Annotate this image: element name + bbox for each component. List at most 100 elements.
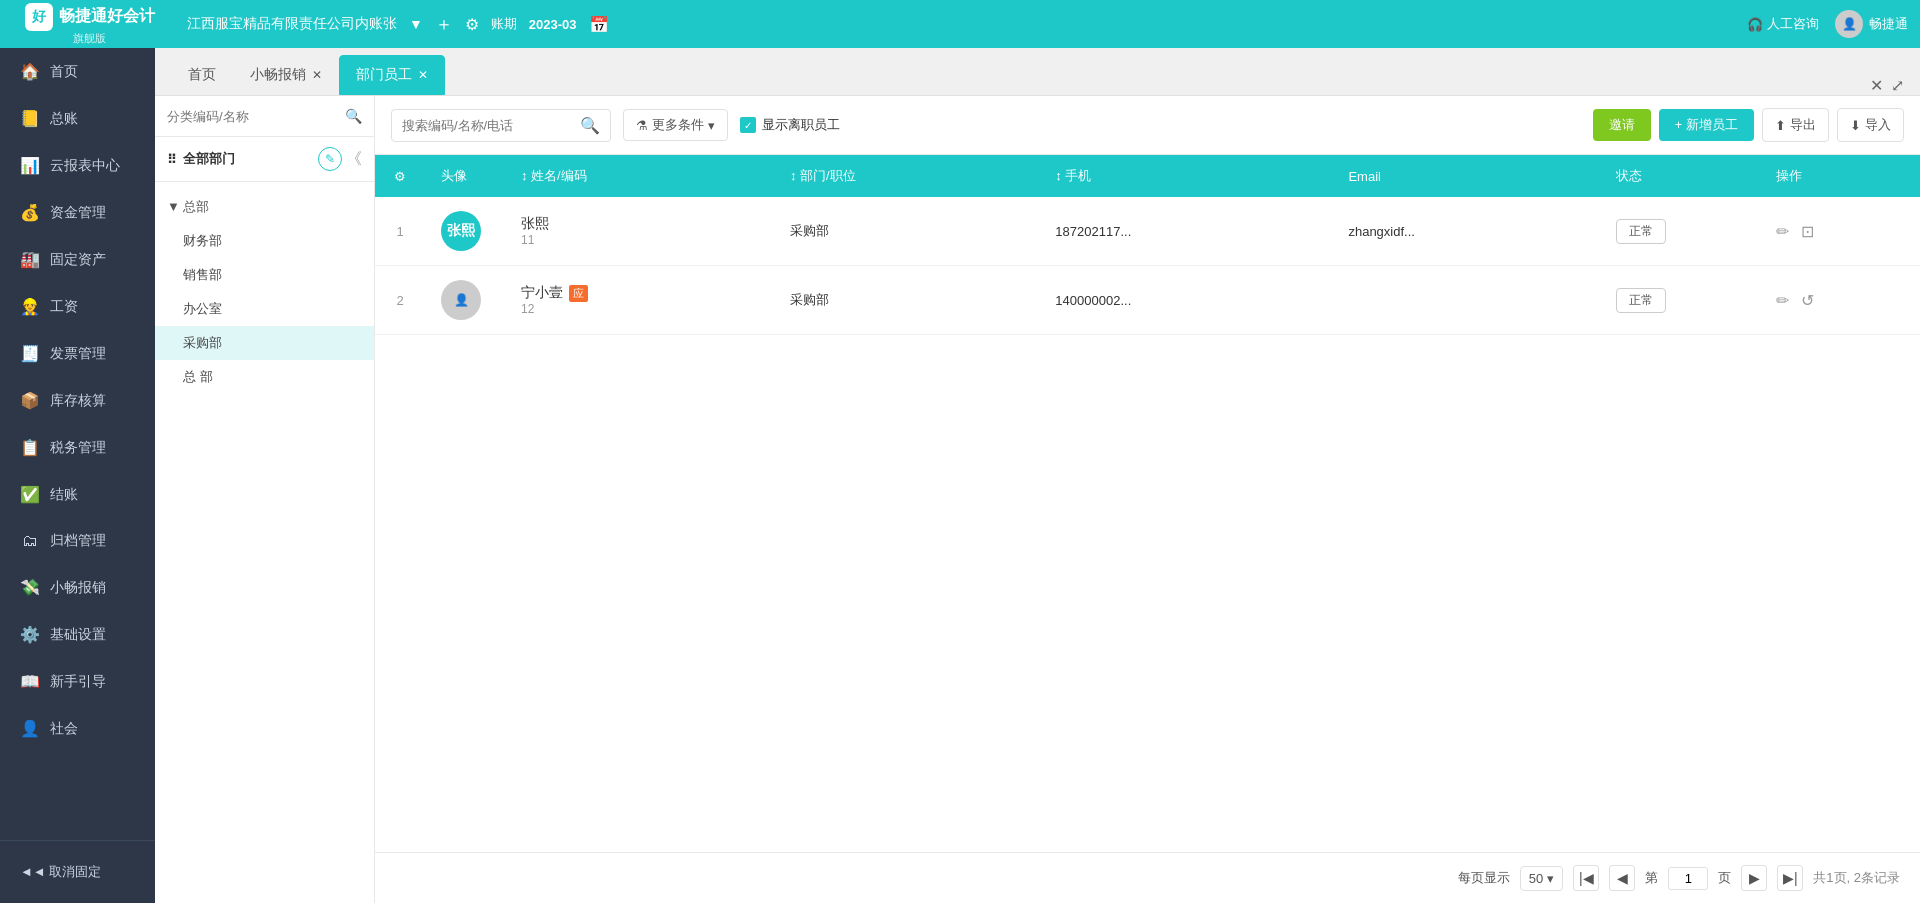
col-settings[interactable]: ⚙: [375, 155, 425, 197]
period-value: 2023-03: [529, 17, 577, 32]
edit-icon-2[interactable]: ✏: [1776, 291, 1789, 310]
dept-node-office[interactable]: 办公室: [155, 292, 374, 326]
employee-table-container: ⚙ 头像 ↕ 姓名/编码 ↕ 部门/职位 ↕ 手机 Email 状态 操作: [375, 155, 1920, 852]
logo-title: 好 畅捷通好会计: [25, 3, 155, 31]
sidebar-item-salary[interactable]: 👷 工资: [0, 283, 155, 330]
sidebar-item-invoice[interactable]: 🧾 发票管理: [0, 330, 155, 377]
per-page-select[interactable]: 50 ▾: [1520, 866, 1563, 891]
logo-icon: 好: [25, 3, 53, 31]
dept-node-finance[interactable]: 财务部: [155, 224, 374, 258]
tab-dept-close-icon[interactable]: ✕: [418, 69, 428, 81]
close-window-button[interactable]: ✕: [1870, 76, 1883, 95]
dept-tree: ▼ 总部 财务部 销售部 办公室 采购部 总 部: [155, 182, 374, 903]
support-button[interactable]: 🎧 人工咨询: [1747, 15, 1819, 33]
dept-node-purchase[interactable]: 采购部: [155, 326, 374, 360]
expense-icon: 💸: [20, 578, 40, 597]
add-dept-button[interactable]: ✎: [318, 147, 342, 171]
sidebar-item-ledger[interactable]: 📒 总账: [0, 95, 155, 142]
all-dept-label[interactable]: ⠿ 全部部门: [167, 150, 235, 168]
col-name[interactable]: ↕ 姓名/编码: [505, 155, 774, 197]
user-area[interactable]: 👤 畅捷通: [1835, 10, 1908, 38]
sidebar-item-inventory[interactable]: 📦 库存核算: [0, 377, 155, 424]
page-input[interactable]: [1668, 867, 1708, 890]
sidebar-item-social[interactable]: 👤 社会: [0, 705, 155, 752]
col-dept[interactable]: ↕ 部门/职位: [774, 155, 1039, 197]
content-area: 首页 小畅报销 ✕ 部门员工 ✕ ✕ ⤢ 🔍: [155, 48, 1920, 903]
total-info: 共1页, 2条记录: [1813, 869, 1900, 887]
edit-icon-1[interactable]: ✏: [1776, 222, 1789, 241]
invite-button[interactable]: 邀请: [1593, 109, 1651, 141]
chevron-down-icon: ▾: [708, 118, 715, 133]
per-page-value: 50: [1529, 871, 1543, 886]
dept-node-zongbu[interactable]: ▼ 总部: [155, 190, 374, 224]
prev-page-button[interactable]: ◀: [1609, 865, 1635, 891]
add-employee-label: + 新增员工: [1675, 116, 1738, 134]
dept-search-icon[interactable]: 🔍: [345, 108, 362, 124]
tab-home[interactable]: 首页: [171, 55, 233, 95]
employee-table: ⚙ 头像 ↕ 姓名/编码 ↕ 部门/职位 ↕ 手机 Email 状态 操作: [375, 155, 1920, 335]
sidebar-item-expense[interactable]: 💸 小畅报销: [0, 564, 155, 611]
next-page-button[interactable]: ▶: [1741, 865, 1767, 891]
col-phone[interactable]: ↕ 手机: [1039, 155, 1332, 197]
tab-dept-employee[interactable]: 部门员工 ✕: [339, 55, 445, 95]
sidebar-item-label: 资金管理: [50, 204, 106, 222]
dept-search-input[interactable]: [167, 109, 339, 124]
employee-search-input[interactable]: [402, 118, 574, 133]
home-icon: 🏠: [20, 62, 40, 81]
employee-code-1: 11: [521, 233, 758, 247]
filter-label: 更多条件: [652, 116, 704, 134]
col-actions: 操作: [1760, 155, 1920, 197]
sidebar-item-tax[interactable]: 📋 税务管理: [0, 424, 155, 471]
sidebar-item-reports[interactable]: 📊 云报表中心: [0, 142, 155, 189]
sidebar-item-label: 归档管理: [50, 532, 106, 550]
settings-button[interactable]: ⚙: [465, 15, 479, 34]
add-employee-button[interactable]: + 新增员工: [1659, 109, 1754, 141]
sidebar-item-archive[interactable]: 🗂 归档管理: [0, 518, 155, 564]
import-button[interactable]: ⬇ 导入: [1837, 108, 1904, 142]
sidebar-item-label: 基础设置: [50, 626, 106, 644]
import-label: 导入: [1865, 116, 1891, 134]
show-resigned-checkbox[interactable]: ✓ 显示离职员工: [740, 116, 840, 134]
right-panel: 🔍 ⚗ 更多条件 ▾ ✓ 显示离职员工 邀请: [375, 96, 1920, 903]
tab-expense-label: 小畅报销: [250, 66, 306, 84]
first-page-button[interactable]: |◀: [1573, 865, 1599, 891]
export-button[interactable]: ⬆ 导出: [1762, 108, 1829, 142]
table-row: 2 👤 宁小壹 应 12: [375, 266, 1920, 335]
tab-dept-label: 部门员工: [356, 66, 412, 84]
sidebar-bottom: ◄◄ 取消固定: [0, 840, 155, 903]
sidebar-item-guide[interactable]: 📖 新手引导: [0, 658, 155, 705]
col-avatar: 头像: [425, 155, 505, 197]
table-header-row: ⚙ 头像 ↕ 姓名/编码 ↕ 部门/职位 ↕ 手机 Email 状态 操作: [375, 155, 1920, 197]
sidebar-item-settings[interactable]: ⚙️ 基础设置: [0, 611, 155, 658]
tab-expense-close-icon[interactable]: ✕: [312, 69, 322, 81]
sidebar-item-label: 小畅报销: [50, 579, 106, 597]
expand-window-button[interactable]: ⤢: [1891, 76, 1904, 95]
sidebar-item-settle[interactable]: ✅ 结账: [0, 471, 155, 518]
add-company-button[interactable]: ＋: [435, 15, 453, 33]
dept-node-sales[interactable]: 销售部: [155, 258, 374, 292]
row-num-1: 1: [375, 197, 425, 266]
filter-button[interactable]: ⚗ 更多条件 ▾: [623, 109, 728, 141]
dept-node-headquarters[interactable]: 总 部: [155, 360, 374, 394]
sidebar-item-home[interactable]: 🏠 首页: [0, 48, 155, 95]
page-unit: 页: [1718, 869, 1731, 887]
left-panel: 🔍 ⠿ 全部部门 ✎ 《 ▼ 总部 财务部 销售部 办公室: [155, 96, 375, 903]
last-page-button[interactable]: ▶|: [1777, 865, 1803, 891]
employee-code-2: 12: [521, 302, 758, 316]
refresh-icon-2[interactable]: ↺: [1801, 291, 1814, 310]
avatar-1: 张熙: [441, 211, 481, 251]
sidebar-item-assets[interactable]: 🏭 固定资产: [0, 236, 155, 283]
calendar-icon[interactable]: 📅: [589, 15, 609, 34]
company-dropdown-button[interactable]: ▼: [409, 16, 423, 32]
logout-icon-1[interactable]: ⊡: [1801, 222, 1814, 241]
sidebar-item-label: 总账: [50, 110, 78, 128]
sidebar-item-funds[interactable]: 💰 资金管理: [0, 189, 155, 236]
period-label: 账期: [491, 15, 517, 33]
avatar-2: 👤: [441, 280, 481, 320]
badge-ying: 应: [569, 285, 588, 302]
employee-search-icon[interactable]: 🔍: [580, 116, 600, 135]
collapse-panel-button[interactable]: 《: [346, 147, 362, 171]
archive-icon: 🗂: [20, 532, 40, 550]
unpin-button[interactable]: ◄◄ 取消固定: [0, 853, 155, 891]
tab-expense[interactable]: 小畅报销 ✕: [233, 55, 339, 95]
